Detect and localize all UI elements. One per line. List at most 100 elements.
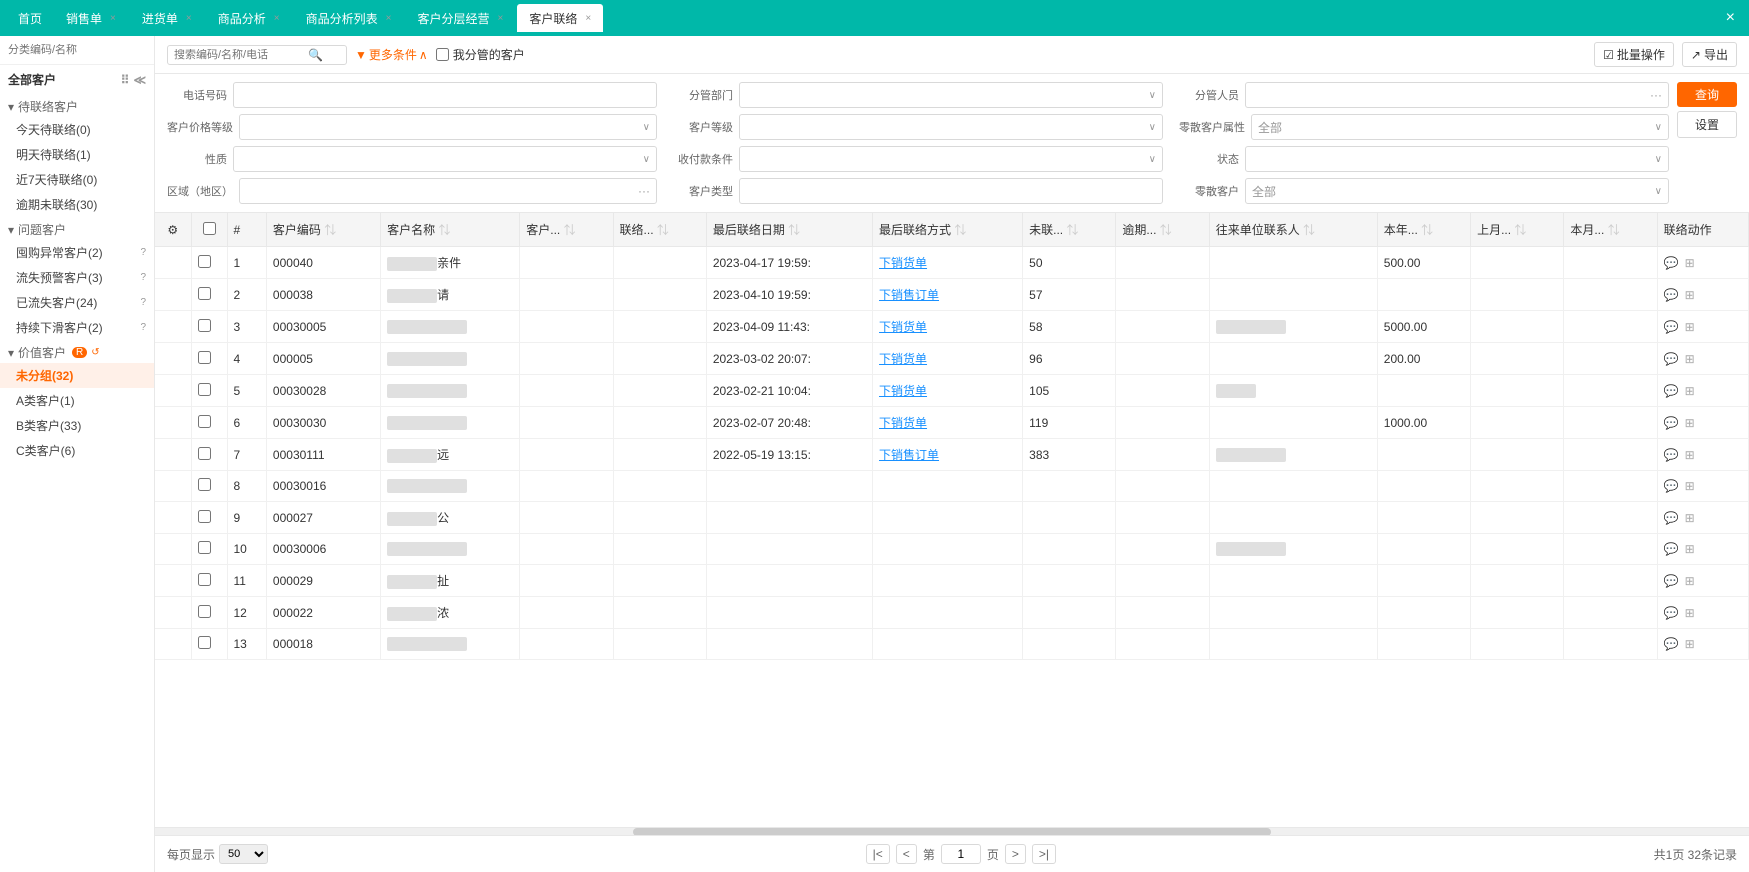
col-name[interactable]: 客户名称 ⇅ — [381, 213, 520, 247]
message-icon[interactable]: 💬 — [1664, 352, 1679, 366]
price-level-select[interactable]: ∨ — [239, 114, 657, 140]
row-checkbox[interactable] — [198, 510, 211, 523]
dots-icon2[interactable]: ··· — [638, 184, 650, 198]
nav-tab-purchase[interactable]: 进货单 × — [130, 4, 204, 32]
col-last-date[interactable]: 最后联络日期 ⇅ — [706, 213, 872, 247]
cell-last-way[interactable] — [873, 565, 1023, 597]
cell-last-way[interactable]: 下销售订单 — [873, 279, 1023, 311]
sidebar-item-ungroup[interactable]: 未分组(32) — [0, 363, 154, 388]
row-checkbox[interactable] — [198, 319, 211, 332]
cell-last-way[interactable]: 下销货单 — [873, 311, 1023, 343]
message-icon[interactable]: 💬 — [1664, 479, 1679, 493]
cell-check[interactable] — [191, 534, 227, 565]
first-page-btn[interactable]: |< — [866, 844, 890, 864]
dots-icon[interactable]: ··· — [1650, 88, 1662, 102]
cell-last-way[interactable] — [873, 502, 1023, 534]
cell-check[interactable] — [191, 375, 227, 407]
export-btn[interactable]: ↗ 导出 — [1682, 42, 1737, 67]
row-checkbox[interactable] — [198, 541, 211, 554]
sidebar-item-abnormal[interactable]: 囤购异常客户(2) ? — [0, 240, 154, 265]
grid-action-icon[interactable]: ⊞ — [1685, 574, 1695, 588]
area-select[interactable]: ··· — [239, 178, 657, 204]
message-icon[interactable]: 💬 — [1664, 574, 1679, 588]
last-page-btn[interactable]: >| — [1032, 844, 1056, 864]
nav-tab-customer-layer[interactable]: 客户分层经营 × — [405, 4, 515, 32]
row-checkbox[interactable] — [198, 255, 211, 268]
close-sales-tab[interactable]: × — [110, 13, 116, 24]
cell-last-way[interactable]: 下销货单 — [873, 343, 1023, 375]
manager-select[interactable]: ··· — [1245, 82, 1669, 108]
grid-action-icon[interactable]: ⊞ — [1685, 320, 1695, 334]
sidebar-item-7days[interactable]: 近7天待联络(0) — [0, 167, 154, 192]
filter-search-icon[interactable]: 🔍 — [308, 48, 323, 62]
close-customer-layer-tab[interactable]: × — [497, 13, 503, 24]
cell-check[interactable] — [191, 279, 227, 311]
sidebar-item-class-a[interactable]: A类客户(1) — [0, 388, 154, 413]
row-checkbox[interactable] — [198, 605, 211, 618]
cell-check[interactable] — [191, 407, 227, 439]
filter-search-input[interactable] — [174, 49, 304, 61]
grid-action-icon[interactable]: ⊞ — [1685, 288, 1695, 302]
refresh-icon[interactable]: ↺ — [91, 347, 99, 358]
cell-check[interactable] — [191, 565, 227, 597]
row-checkbox[interactable] — [198, 383, 211, 396]
sidebar-item-class-b[interactable]: B类客户(33) — [0, 413, 154, 438]
grid-action-icon[interactable]: ⊞ — [1685, 606, 1695, 620]
close-analysis-tab[interactable]: × — [274, 13, 280, 24]
grid-action-icon[interactable]: ⊞ — [1685, 352, 1695, 366]
message-icon[interactable]: 💬 — [1664, 448, 1679, 462]
col-check-all[interactable] — [191, 213, 227, 247]
cell-last-way[interactable] — [873, 597, 1023, 629]
message-icon[interactable]: 💬 — [1664, 637, 1679, 651]
cell-check[interactable] — [191, 597, 227, 629]
cell-check[interactable] — [191, 471, 227, 502]
sidebar-item-today[interactable]: 今天待联络(0) — [0, 117, 154, 142]
cell-last-way[interactable]: 下销货单 — [873, 375, 1023, 407]
col-no-contact[interactable]: 未联... ⇅ — [1023, 213, 1116, 247]
cell-last-way[interactable]: 下销货单 — [873, 407, 1023, 439]
cell-last-way[interactable] — [873, 471, 1023, 502]
close-customer-contact-tab[interactable]: × — [585, 13, 591, 24]
sidebar-item-churn-warning[interactable]: 流失预警客户(3) ? — [0, 265, 154, 290]
grid-action-icon[interactable]: ⊞ — [1685, 448, 1695, 462]
col-type[interactable]: 客户... ⇅ — [520, 213, 613, 247]
row-checkbox[interactable] — [198, 415, 211, 428]
row-checkbox[interactable] — [198, 573, 211, 586]
col-this-year[interactable]: 本年... ⇅ — [1377, 213, 1470, 247]
cell-check[interactable] — [191, 502, 227, 534]
message-icon[interactable]: 💬 — [1664, 384, 1679, 398]
close-purchase-tab[interactable]: × — [186, 13, 192, 24]
cell-check[interactable] — [191, 311, 227, 343]
grid-action-icon[interactable]: ⊞ — [1685, 479, 1695, 493]
col-code[interactable]: 客户编码 ⇅ — [266, 213, 380, 247]
status-select[interactable]: ∨ — [1245, 146, 1669, 172]
col-setting[interactable]: ⚙ — [155, 213, 191, 247]
cell-check[interactable] — [191, 629, 227, 660]
cell-check[interactable] — [191, 343, 227, 375]
customer-type-select[interactable] — [739, 178, 1163, 204]
sidebar-search-input[interactable] — [8, 44, 150, 56]
nav-close-btn[interactable]: × — [1720, 9, 1741, 27]
cell-last-way[interactable]: 下销售订单 — [873, 439, 1023, 471]
grid-action-icon[interactable]: ⊞ — [1685, 511, 1695, 525]
message-icon[interactable]: 💬 — [1664, 288, 1679, 302]
check-all-checkbox[interactable] — [203, 222, 216, 235]
phone-input[interactable] — [233, 82, 657, 108]
batch-op-btn[interactable]: ☑ 批量操作 — [1594, 42, 1674, 67]
query-button[interactable]: 查询 — [1677, 82, 1737, 107]
close-analysis-list-tab[interactable]: × — [386, 13, 392, 24]
row-checkbox[interactable] — [198, 287, 211, 300]
col-overdue[interactable]: 逾期... ⇅ — [1116, 213, 1209, 247]
payment-select[interactable]: ∨ — [739, 146, 1163, 172]
message-icon[interactable]: 💬 — [1664, 606, 1679, 620]
grid-action-icon[interactable]: ⊞ — [1685, 256, 1695, 270]
nav-tab-customer-contact[interactable]: 客户联络 × — [517, 4, 603, 32]
message-icon[interactable]: 💬 — [1664, 416, 1679, 430]
col-last-way[interactable]: 最后联络方式 ⇅ — [873, 213, 1023, 247]
filter-more-btn[interactable]: ▼ 更多条件 ∧ — [355, 46, 428, 63]
retail-select[interactable]: 全部 ∨ — [1245, 178, 1669, 204]
cell-check[interactable] — [191, 247, 227, 279]
horizontal-scrollbar[interactable] — [155, 827, 1749, 835]
sidebar-all-customers[interactable]: 全部客户 ⠿ ≪ — [0, 65, 154, 94]
col-contact[interactable]: 联络... ⇅ — [613, 213, 706, 247]
